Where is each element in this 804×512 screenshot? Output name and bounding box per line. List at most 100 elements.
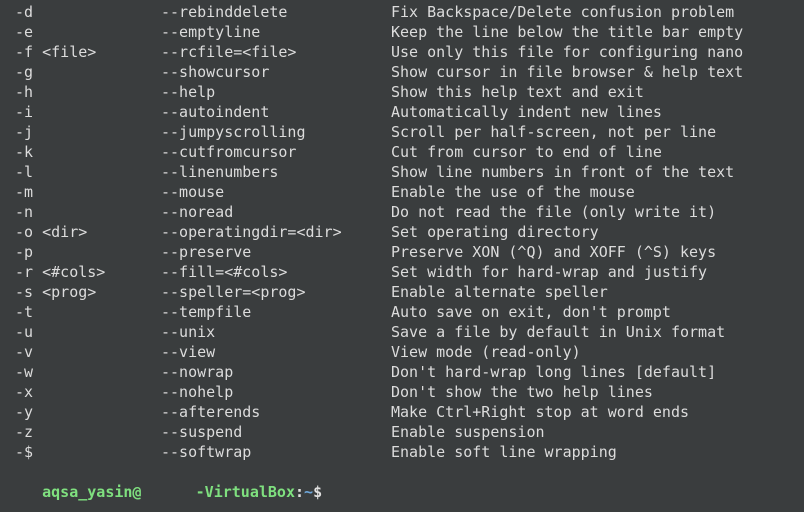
option-long-flag: --noread — [161, 202, 391, 222]
help-option-row: -j--jumpyscrollingScroll per half-screen… — [6, 122, 804, 142]
option-description: Preserve XON (^Q) and XOFF (^S) keys — [391, 242, 804, 262]
help-option-row: -f <file>--rcfile=<file>Use only this fi… — [6, 42, 804, 62]
option-long-flag: --nowrap — [161, 362, 391, 382]
option-short-flag: -g — [6, 62, 161, 82]
help-option-row: -p--preservePreserve XON (^Q) and XOFF (… — [6, 242, 804, 262]
help-option-row: -e--emptylineKeep the line below the tit… — [6, 22, 804, 42]
option-long-flag: --cutfromcursor — [161, 142, 391, 162]
option-long-flag: --speller=<prog> — [161, 282, 391, 302]
option-description: Don't hard-wrap long lines [default] — [391, 362, 804, 382]
option-description: Set width for hard-wrap and justify — [391, 262, 804, 282]
option-long-flag: --emptyline — [161, 22, 391, 42]
option-description: Make Ctrl+Right stop at word ends — [391, 402, 804, 422]
option-description: Don't show the two help lines — [391, 382, 804, 402]
help-option-row: -y--afterendsMake Ctrl+Right stop at wor… — [6, 402, 804, 422]
help-option-row: -l--linenumbersShow line numbers in fron… — [6, 162, 804, 182]
option-description: View mode (read-only) — [391, 342, 804, 362]
option-description: Enable soft line wrapping — [391, 442, 804, 462]
help-option-row: -$--softwrapEnable soft line wrapping — [6, 442, 804, 462]
help-option-row: -t--tempfileAuto save on exit, don't pro… — [6, 302, 804, 322]
option-short-flag: -d — [6, 2, 161, 22]
option-short-flag: -z — [6, 422, 161, 442]
option-long-flag: --rebinddelete — [161, 2, 391, 22]
option-short-flag: -$ — [6, 442, 161, 462]
option-long-flag: --unix — [161, 322, 391, 342]
shell-prompt[interactable]: aqsa_yasin@ -VirtualBox:~$ — [6, 462, 804, 512]
option-long-flag: --softwrap — [161, 442, 391, 462]
help-option-row: -m--mouseEnable the use of the mouse — [6, 182, 804, 202]
help-option-row: -d--rebinddeleteFix Backspace/Delete con… — [6, 2, 804, 22]
help-option-row: -x--nohelpDon't show the two help lines — [6, 382, 804, 402]
help-option-row: -i--autoindentAutomatically indent new l… — [6, 102, 804, 122]
option-short-flag: -e — [6, 22, 161, 42]
help-option-row: -o <dir>--operatingdir=<dir>Set operatin… — [6, 222, 804, 242]
option-description: Use only this file for configuring nano — [391, 42, 804, 62]
option-description: Cut from cursor to end of line — [391, 142, 804, 162]
option-description: Fix Backspace/Delete confusion problem — [391, 2, 804, 22]
help-option-row: -s <prog>--speller=<prog>Enable alternat… — [6, 282, 804, 302]
prompt-pad — [141, 483, 195, 501]
option-description: Show this help text and exit — [391, 82, 804, 102]
option-short-flag: -v — [6, 342, 161, 362]
option-short-flag: -x — [6, 382, 161, 402]
prompt-path: ~ — [304, 483, 313, 501]
prompt-separator: : — [295, 483, 304, 501]
option-description: Scroll per half-screen, not per line — [391, 122, 804, 142]
option-short-flag: -l — [6, 162, 161, 182]
option-long-flag: --linenumbers — [161, 162, 391, 182]
option-description: Auto save on exit, don't prompt — [391, 302, 804, 322]
option-long-flag: --suspend — [161, 422, 391, 442]
option-short-flag: -w — [6, 362, 161, 382]
option-long-flag: --preserve — [161, 242, 391, 262]
help-option-row: -r <#cols>--fill=<#cols>Set width for ha… — [6, 262, 804, 282]
help-option-row: -w--nowrapDon't hard-wrap long lines [de… — [6, 362, 804, 382]
prompt-user: aqsa_yasin@ — [42, 483, 141, 501]
option-long-flag: --nohelp — [161, 382, 391, 402]
terminal-output[interactable]: -d--rebinddeleteFix Backspace/Delete con… — [0, 0, 804, 512]
option-short-flag: -y — [6, 402, 161, 422]
option-short-flag: -r <#cols> — [6, 262, 161, 282]
prompt-host: -VirtualBox — [196, 483, 295, 501]
option-short-flag: -m — [6, 182, 161, 202]
prompt-symbol: $ — [313, 483, 322, 501]
option-long-flag: --autoindent — [161, 102, 391, 122]
option-long-flag: --view — [161, 342, 391, 362]
help-option-row: -z--suspendEnable suspension — [6, 422, 804, 442]
option-short-flag: -k — [6, 142, 161, 162]
help-option-list: -d--rebinddeleteFix Backspace/Delete con… — [6, 2, 804, 462]
option-long-flag: --showcursor — [161, 62, 391, 82]
option-description: Save a file by default in Unix format — [391, 322, 804, 342]
option-long-flag: --help — [161, 82, 391, 102]
option-description: Show line numbers in front of the text — [391, 162, 804, 182]
option-description: Enable the use of the mouse — [391, 182, 804, 202]
option-long-flag: --operatingdir=<dir> — [161, 222, 391, 242]
help-option-row: -k--cutfromcursorCut from cursor to end … — [6, 142, 804, 162]
option-short-flag: -j — [6, 122, 161, 142]
option-short-flag: -o <dir> — [6, 222, 161, 242]
help-option-row: -u--unixSave a file by default in Unix f… — [6, 322, 804, 342]
option-long-flag: --jumpyscrolling — [161, 122, 391, 142]
option-long-flag: --rcfile=<file> — [161, 42, 391, 62]
option-long-flag: --fill=<#cols> — [161, 262, 391, 282]
option-description: Keep the line below the title bar empty — [391, 22, 804, 42]
option-short-flag: -h — [6, 82, 161, 102]
option-description: Enable alternate speller — [391, 282, 804, 302]
option-short-flag: -f <file> — [6, 42, 161, 62]
option-short-flag: -n — [6, 202, 161, 222]
help-option-row: -g--showcursorShow cursor in file browse… — [6, 62, 804, 82]
help-option-row: -v--viewView mode (read-only) — [6, 342, 804, 362]
option-long-flag: --afterends — [161, 402, 391, 422]
option-long-flag: --tempfile — [161, 302, 391, 322]
option-description: Set operating directory — [391, 222, 804, 242]
help-option-row: -h--helpShow this help text and exit — [6, 82, 804, 102]
option-long-flag: --mouse — [161, 182, 391, 202]
option-description: Enable suspension — [391, 422, 804, 442]
help-option-row: -n--noreadDo not read the file (only wri… — [6, 202, 804, 222]
option-short-flag: -u — [6, 322, 161, 342]
option-short-flag: -p — [6, 242, 161, 262]
option-description: Show cursor in file browser & help text — [391, 62, 804, 82]
option-short-flag: -i — [6, 102, 161, 122]
option-short-flag: -t — [6, 302, 161, 322]
option-description: Automatically indent new lines — [391, 102, 804, 122]
option-description: Do not read the file (only write it) — [391, 202, 804, 222]
